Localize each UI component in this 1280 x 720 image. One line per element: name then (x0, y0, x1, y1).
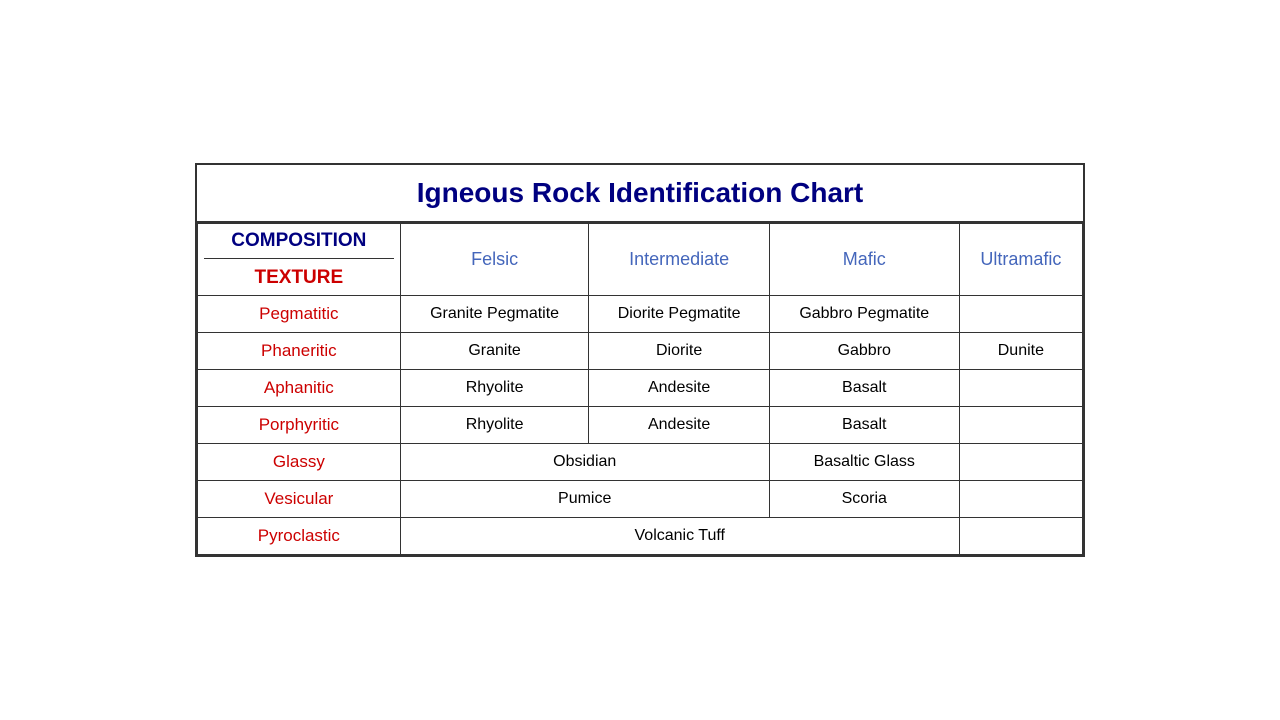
cell-pyroclastic-volcanic-tuff: Volcanic Tuff (400, 518, 959, 555)
cell-phaneritic-intermediate: Diorite (589, 333, 769, 370)
col-header-felsic: Felsic (400, 224, 589, 296)
table-row: Pegmatitic Granite Pegmatite Diorite Peg… (198, 296, 1083, 333)
table-row: Glassy Obsidian Basaltic Glass (198, 444, 1083, 481)
cell-vesicular-scoria: Scoria (769, 481, 959, 518)
cell-glassy-basaltic-glass: Basaltic Glass (769, 444, 959, 481)
cell-vesicular-ultramafic (959, 481, 1082, 518)
table-row: Pyroclastic Volcanic Tuff (198, 518, 1083, 555)
composition-label: COMPOSITION (204, 230, 394, 259)
texture-glassy: Glassy (198, 444, 401, 481)
cell-glassy-obsidian: Obsidian (400, 444, 769, 481)
cell-glassy-ultramafic (959, 444, 1082, 481)
col-header-ultramafic: Ultramafic (959, 224, 1082, 296)
table-row: Porphyritic Rhyolite Andesite Basalt (198, 407, 1083, 444)
cell-phaneritic-felsic: Granite (400, 333, 589, 370)
cell-pegmatitic-mafic: Gabbro Pegmatite (769, 296, 959, 333)
composition-texture-header: COMPOSITION TEXTURE (198, 224, 401, 296)
table-row: Vesicular Pumice Scoria (198, 481, 1083, 518)
cell-pyroclastic-ultramafic (959, 518, 1082, 555)
cell-phaneritic-ultramafic: Dunite (959, 333, 1082, 370)
cell-aphanitic-intermediate: Andesite (589, 370, 769, 407)
cell-vesicular-pumice: Pumice (400, 481, 769, 518)
col-header-intermediate: Intermediate (589, 224, 769, 296)
cell-aphanitic-felsic: Rhyolite (400, 370, 589, 407)
cell-porphyritic-ultramafic (959, 407, 1082, 444)
texture-porphyritic: Porphyritic (198, 407, 401, 444)
texture-phaneritic: Phaneritic (198, 333, 401, 370)
cell-porphyritic-mafic: Basalt (769, 407, 959, 444)
texture-aphanitic: Aphanitic (198, 370, 401, 407)
table-row: Aphanitic Rhyolite Andesite Basalt (198, 370, 1083, 407)
cell-aphanitic-mafic: Basalt (769, 370, 959, 407)
table-row: Phaneritic Granite Diorite Gabbro Dunite (198, 333, 1083, 370)
cell-phaneritic-mafic: Gabbro (769, 333, 959, 370)
igneous-rock-chart: Igneous Rock Identification Chart COMPOS… (195, 163, 1085, 557)
cell-pegmatitic-intermediate: Diorite Pegmatite (589, 296, 769, 333)
texture-label: TEXTURE (204, 265, 394, 289)
col-header-mafic: Mafic (769, 224, 959, 296)
cell-porphyritic-felsic: Rhyolite (400, 407, 589, 444)
texture-pegmatitic: Pegmatitic (198, 296, 401, 333)
cell-pegmatitic-ultramafic (959, 296, 1082, 333)
texture-pyroclastic: Pyroclastic (198, 518, 401, 555)
texture-vesicular: Vesicular (198, 481, 401, 518)
cell-aphanitic-ultramafic (959, 370, 1082, 407)
cell-porphyritic-intermediate: Andesite (589, 407, 769, 444)
cell-pegmatitic-felsic: Granite Pegmatite (400, 296, 589, 333)
chart-title: Igneous Rock Identification Chart (197, 165, 1083, 223)
